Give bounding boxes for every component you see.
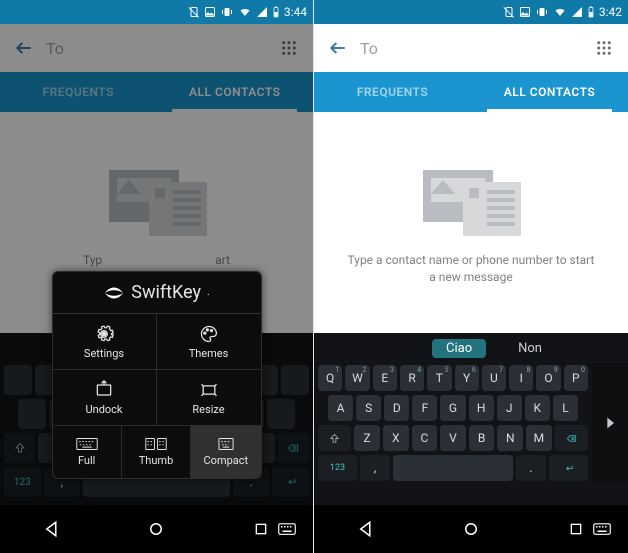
key-p[interactable]: P0 bbox=[564, 365, 588, 391]
popup-undock[interactable]: Undock bbox=[53, 370, 157, 426]
status-bar: 3:42 bbox=[314, 0, 628, 24]
key-c[interactable]: C bbox=[412, 425, 438, 451]
key-x[interactable]: X bbox=[383, 425, 409, 451]
tabs: FREQUENTS ALL CONTACTS bbox=[314, 72, 628, 112]
status-bar: 3:44 bbox=[0, 0, 313, 24]
status-time: 3:44 bbox=[284, 5, 307, 19]
swiftkey-brand: SwiftKey. bbox=[53, 272, 261, 314]
key-z[interactable]: Z bbox=[354, 425, 380, 451]
keyboard-thumb-icon bbox=[145, 437, 167, 451]
popup-resize[interactable]: Resize bbox=[157, 370, 261, 426]
keyboard[interactable]: Ciao Non Q1W2E3R4T5Y6U7I8O9P0 ASDFGHJKL … bbox=[314, 333, 628, 505]
battery-icon bbox=[587, 6, 595, 18]
key-o[interactable]: O9 bbox=[536, 365, 560, 391]
picture-icon bbox=[204, 6, 216, 18]
no-sim-icon bbox=[503, 6, 515, 18]
popup-settings[interactable]: Settings bbox=[53, 314, 157, 370]
key-u[interactable]: U7 bbox=[482, 365, 506, 391]
nav-home[interactable] bbox=[136, 509, 176, 549]
gear-icon bbox=[94, 324, 114, 344]
left-screenshot: 3:44 To FREQUENTS ALL CONTACTS Typ art bbox=[0, 0, 314, 553]
right-screenshot: 3:42 To FREQUENTS ALL CONTACTS Type a co… bbox=[314, 0, 628, 553]
suggestion[interactable]: Non bbox=[504, 339, 556, 358]
to-field[interactable]: To bbox=[354, 39, 588, 58]
vibrate-icon bbox=[220, 6, 234, 18]
key-f[interactable]: F bbox=[412, 395, 437, 421]
enter-key[interactable] bbox=[549, 455, 588, 481]
battery-icon bbox=[272, 6, 280, 18]
nav-home[interactable] bbox=[451, 509, 491, 549]
back-button[interactable] bbox=[322, 38, 354, 58]
chevron-right-icon bbox=[602, 415, 618, 431]
comma-key[interactable]: , bbox=[360, 455, 390, 481]
key-a[interactable]: A bbox=[328, 395, 353, 421]
space-key[interactable] bbox=[393, 455, 513, 481]
shift-key[interactable] bbox=[318, 425, 351, 451]
suggestion-highlighted[interactable]: Ciao bbox=[432, 339, 486, 358]
key-b[interactable]: B bbox=[469, 425, 495, 451]
navigation-bar bbox=[314, 505, 628, 553]
app-bar: To bbox=[314, 24, 628, 72]
key-q[interactable]: Q1 bbox=[318, 365, 342, 391]
key-e[interactable]: E3 bbox=[373, 365, 397, 391]
key-s[interactable]: S bbox=[356, 395, 381, 421]
popup-full[interactable]: Full bbox=[53, 426, 122, 478]
palette-icon bbox=[199, 324, 219, 344]
resize-icon bbox=[199, 380, 219, 400]
key-m[interactable]: M bbox=[526, 425, 552, 451]
key-r[interactable]: R4 bbox=[400, 365, 424, 391]
tab-all-contacts[interactable]: ALL CONTACTS bbox=[471, 72, 628, 112]
compact-arrow[interactable] bbox=[592, 363, 628, 483]
popup-themes[interactable]: Themes bbox=[157, 314, 261, 370]
undock-icon bbox=[94, 380, 114, 400]
vibrate-icon bbox=[535, 6, 549, 18]
dialpad-icon[interactable] bbox=[588, 39, 620, 57]
nav-keyboard-icon[interactable] bbox=[582, 509, 622, 549]
key-h[interactable]: H bbox=[469, 395, 494, 421]
nav-back[interactable] bbox=[346, 509, 386, 549]
period-key[interactable]: . bbox=[516, 455, 546, 481]
key-g[interactable]: G bbox=[440, 395, 465, 421]
key-i[interactable]: I8 bbox=[509, 365, 533, 391]
picture-icon bbox=[519, 6, 531, 18]
key-w[interactable]: W2 bbox=[345, 365, 369, 391]
key-n[interactable]: N bbox=[497, 425, 523, 451]
status-time: 3:42 bbox=[599, 5, 622, 19]
nav-keyboard-icon[interactable] bbox=[267, 509, 307, 549]
empty-hint: Type a contact name or phone number to s… bbox=[314, 252, 628, 286]
numeric-key[interactable]: 123 bbox=[318, 455, 357, 481]
key-j[interactable]: J bbox=[497, 395, 522, 421]
key-y[interactable]: Y6 bbox=[455, 365, 479, 391]
no-sim-icon bbox=[188, 6, 200, 18]
suggestion-bar: Ciao Non bbox=[314, 333, 628, 363]
wifi-icon bbox=[553, 6, 567, 18]
backspace-key[interactable] bbox=[555, 425, 588, 451]
nav-back[interactable] bbox=[32, 509, 72, 549]
empty-illustration bbox=[411, 162, 531, 242]
key-k[interactable]: K bbox=[525, 395, 550, 421]
popup-compact[interactable]: Compact bbox=[191, 426, 260, 478]
swiftkey-popup: SwiftKey. Settings Themes Undock Resize bbox=[52, 271, 262, 479]
signal-icon bbox=[256, 6, 268, 18]
key-t[interactable]: T5 bbox=[427, 365, 451, 391]
swiftkey-logo-icon bbox=[103, 282, 125, 304]
key-d[interactable]: D bbox=[384, 395, 409, 421]
suggestion[interactable] bbox=[386, 346, 414, 350]
tab-frequents[interactable]: FREQUENTS bbox=[314, 72, 471, 112]
wifi-icon bbox=[238, 6, 252, 18]
popup-thumb[interactable]: Thumb bbox=[122, 426, 191, 478]
key-v[interactable]: V bbox=[440, 425, 466, 451]
key-l[interactable]: L bbox=[553, 395, 578, 421]
signal-icon bbox=[571, 6, 583, 18]
navigation-bar bbox=[0, 505, 313, 553]
keyboard-compact-icon bbox=[215, 437, 237, 451]
keyboard-full-icon bbox=[76, 437, 98, 451]
